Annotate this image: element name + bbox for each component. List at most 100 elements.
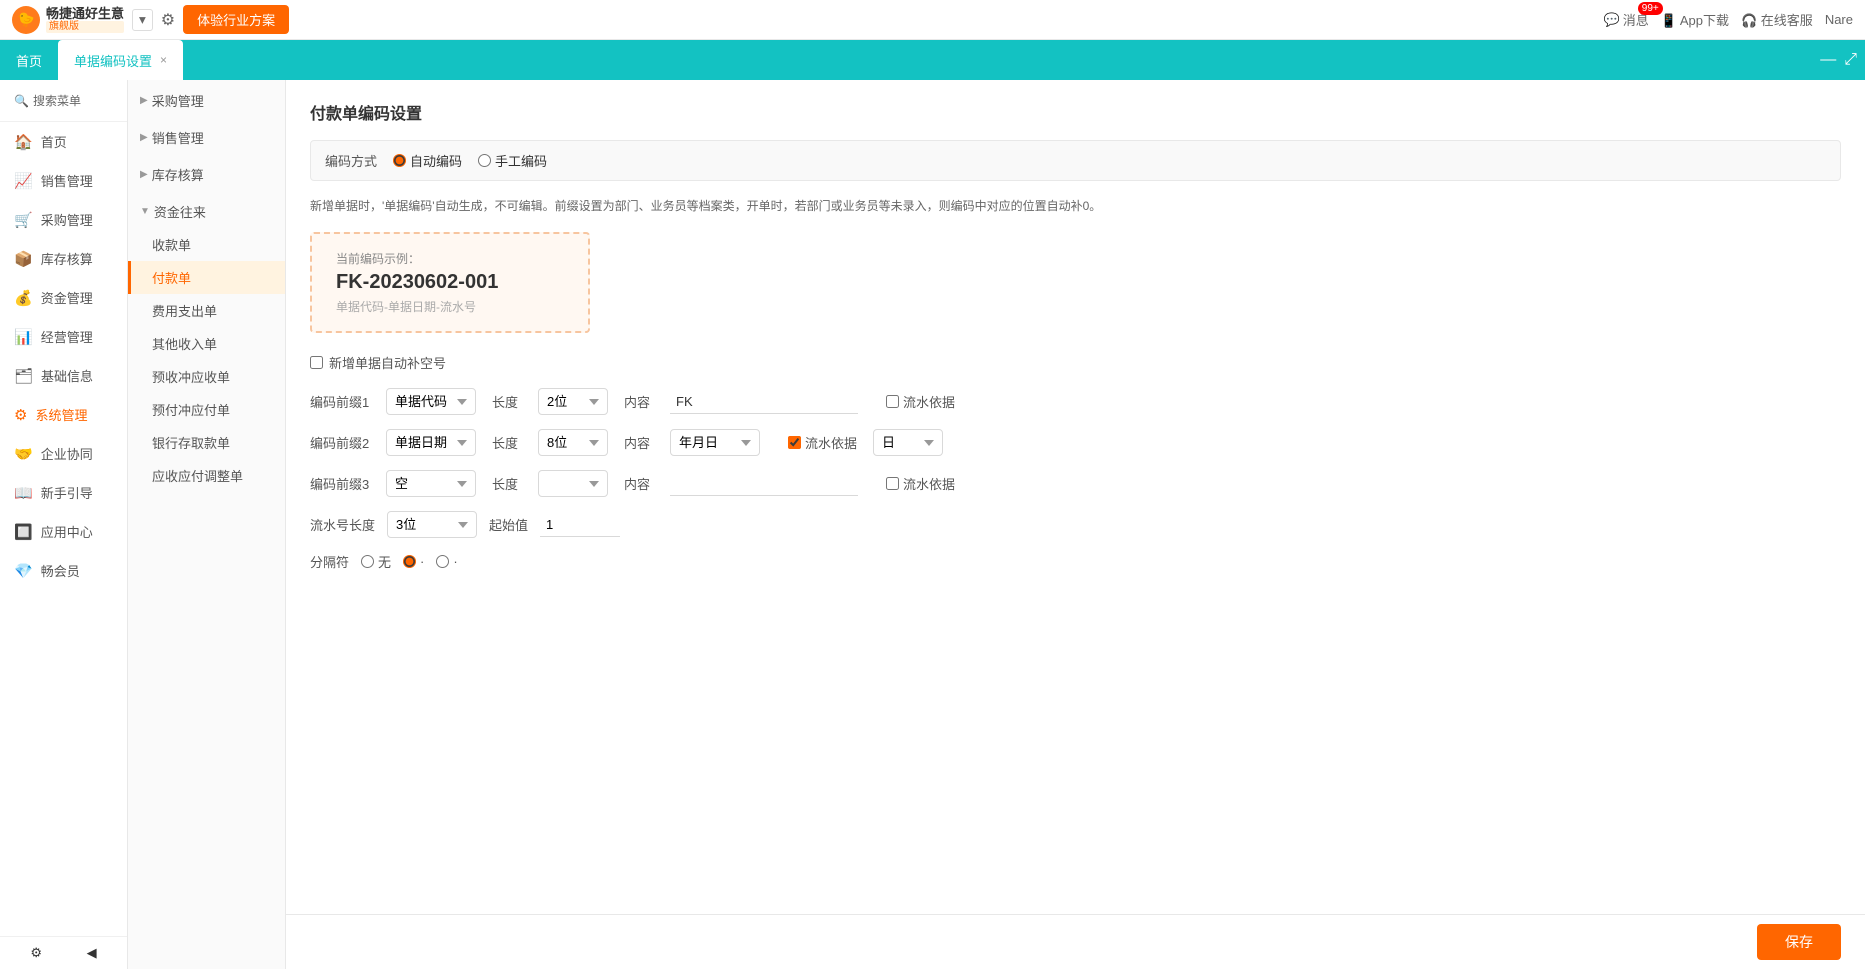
sec-item-payment[interactable]: 付款单 [128,261,285,294]
serial-length-select[interactable]: 3位 [387,511,477,538]
sidebar-item-member[interactable]: 💎 畅会员 [0,551,127,590]
app-download-button[interactable]: 📱 App下载 [1661,10,1729,29]
page-title: 付款单编码设置 [310,100,1841,124]
chevron-button[interactable]: ▾ [132,9,153,31]
sidebar-item-purchase[interactable]: 🛒 采购管理 [0,200,127,239]
sidebar-search-button[interactable]: 🔍 搜索菜单 [8,88,119,113]
prefix3-label: 编码前缀3 [310,474,370,493]
start-value-input[interactable] [540,513,620,537]
prefix2-select[interactable]: 单据日期 [386,429,476,456]
prefix1-length-select[interactable]: 2位 [538,388,608,415]
sec-item-other-income[interactable]: 其他收入单 [128,327,285,360]
sep-dot-radio[interactable] [403,555,416,568]
prefix3-serial-check-label[interactable]: 流水依据 [886,474,955,493]
service-button[interactable]: 🎧 在线客服 [1741,10,1813,29]
prefix2-serial-checkbox[interactable] [788,436,801,449]
code-preview-label: 当前编码示例： [336,250,564,267]
manual-encoding-option[interactable]: 手工编码 [478,151,547,170]
main-layout: 🔍 搜索菜单 🏠 首页 📈 销售管理 🛒 采购管理 📦 库存核算 💰 资金管理 … [0,80,1865,969]
prefix3-length-select[interactable] [538,470,608,497]
sec-item-expense[interactable]: 费用支出单 [128,294,285,327]
sec-item-advance-offset[interactable]: 预付冲应付单 [128,393,285,426]
prefix2-serial-check-label[interactable]: 流水依据 [788,433,857,452]
sidebar-item-guide[interactable]: 📖 新手引导 [0,473,127,512]
enterprise-icon: 🤝 [14,445,33,463]
auto-encoding-radio[interactable] [393,154,406,167]
prefix3-content-label: 内容 [624,474,650,493]
arrow-icon: ▶ [140,169,148,180]
tab-encoding[interactable]: 单据编码设置 × [58,40,183,80]
inventory-icon: 📦 [14,250,33,268]
home-icon: 🏠 [14,133,33,151]
prefix3-select[interactable]: 空 [386,470,476,497]
sidebar-item-home[interactable]: 🏠 首页 [0,122,127,161]
operation-icon: 📊 [14,328,33,346]
settings-button[interactable]: ⚙ [161,10,175,30]
auto-fill-checkbox[interactable] [310,356,323,369]
manual-encoding-radio[interactable] [478,154,491,167]
tab-bar: 首页 单据编码设置 × — ⤢ [0,40,1865,80]
encoding-method-row: 编码方式 自动编码 手工编码 [310,140,1841,181]
info-text: 新增单据时，'单据编码'自动生成，不可编辑。前缀设置为部门、业务员等档案类，开单… [310,197,1841,216]
start-value-label: 起始值 [489,515,528,534]
code-preview-box: 当前编码示例： FK-20230602-001 单据代码-单据日期-流水号 [310,232,590,333]
sidebar-item-base[interactable]: 🗂 基础信息 [0,356,127,395]
prefix1-content-label: 内容 [624,392,650,411]
sec-group-sales-title[interactable]: ▶ 销售管理 [128,121,285,154]
sec-group-sales: ▶ 销售管理 [128,121,285,154]
prefix2-content-select[interactable]: 年月日 [670,429,760,456]
sec-group-finance-flow-title[interactable]: ▼ 资金往来 [128,195,285,228]
sidebar-collapse-icon[interactable]: ◀ [87,945,97,961]
prefix2-date-unit-select[interactable]: 日 [873,429,943,456]
tab-bar-right: — ⤢ [1820,51,1865,69]
prefix1-content-input[interactable] [670,390,858,414]
auto-fill-row: 新增单据自动补空号 [310,353,1841,372]
trial-button[interactable]: 体验行业方案 [183,5,289,34]
sec-item-ar-ap-adjust[interactable]: 应收应付调整单 [128,459,285,492]
user-avatar[interactable]: Nare [1825,12,1853,27]
tab-home[interactable]: 首页 [0,40,58,80]
sidebar-item-enterprise[interactable]: 🤝 企业协同 [0,434,127,473]
prefix1-serial-checkbox[interactable] [886,395,899,408]
sidebar-item-system[interactable]: ⚙ 系统管理 [0,395,127,434]
sidebar-item-inventory[interactable]: 📦 库存核算 [0,239,127,278]
tab-minimize-icon[interactable]: — [1820,51,1836,69]
base-icon: 🗂 [14,367,33,385]
auto-encoding-option[interactable]: 自动编码 [393,151,462,170]
logo-area: 🐤 畅捷通好生意 旗舰版 [12,6,124,34]
code-preview-sub: 单据代码-单据日期-流水号 [336,298,564,315]
sidebar-item-app[interactable]: 🔲 应用中心 [0,512,127,551]
message-button[interactable]: 💬 消息 99+ [1604,10,1649,29]
form-row-prefix1: 编码前缀1 单据代码 长度 2位 内容 流水依据 [310,388,1841,415]
separator-label: 分隔符 [310,552,349,571]
sidebar-item-operation[interactable]: 📊 经营管理 [0,317,127,356]
auto-fill-label: 新增单据自动补空号 [329,353,446,372]
arrow-icon: ▶ [140,132,148,143]
sep-dot2-radio[interactable] [436,555,449,568]
sec-group-purchase-title[interactable]: ▶ 采购管理 [128,84,285,117]
sidebar-settings-icon[interactable]: ⚙ [30,945,42,961]
system-icon: ⚙ [14,406,27,424]
sidebar-item-sales[interactable]: 📈 销售管理 [0,161,127,200]
sec-group-inventory-title[interactable]: ▶ 库存核算 [128,158,285,191]
tab-close-icon[interactable]: × [160,53,167,67]
sep-dot-option[interactable]: · [403,554,424,569]
save-button[interactable]: 保存 [1757,924,1841,960]
sec-group-finance-flow: ▼ 资金往来 收款单 付款单 费用支出单 其他收入单 预收冲应收单 预付冲应付单… [128,195,285,492]
prefix1-select[interactable]: 单据代码 [386,388,476,415]
prefix3-serial-checkbox[interactable] [886,477,899,490]
logo-icon: 🐤 [12,6,40,34]
sec-item-receipt[interactable]: 收款单 [128,228,285,261]
tab-expand-icon[interactable]: ⤢ [1844,51,1857,69]
code-preview-value: FK-20230602-001 [336,271,564,294]
prefix1-serial-check-label[interactable]: 流水依据 [886,392,955,411]
sidebar-item-finance[interactable]: 💰 资金管理 [0,278,127,317]
sep-dot2-option[interactable]: · [436,554,457,569]
prefix2-length-select[interactable]: 8位 [538,429,608,456]
sep-none-option[interactable]: 无 [361,552,391,571]
sec-item-prepay-offset[interactable]: 预收冲应收单 [128,360,285,393]
prefix3-content-input[interactable] [670,472,858,496]
sec-item-bank[interactable]: 银行存取款单 [128,426,285,459]
logo-title: 畅捷通好生意 [46,6,124,22]
sep-none-radio[interactable] [361,555,374,568]
